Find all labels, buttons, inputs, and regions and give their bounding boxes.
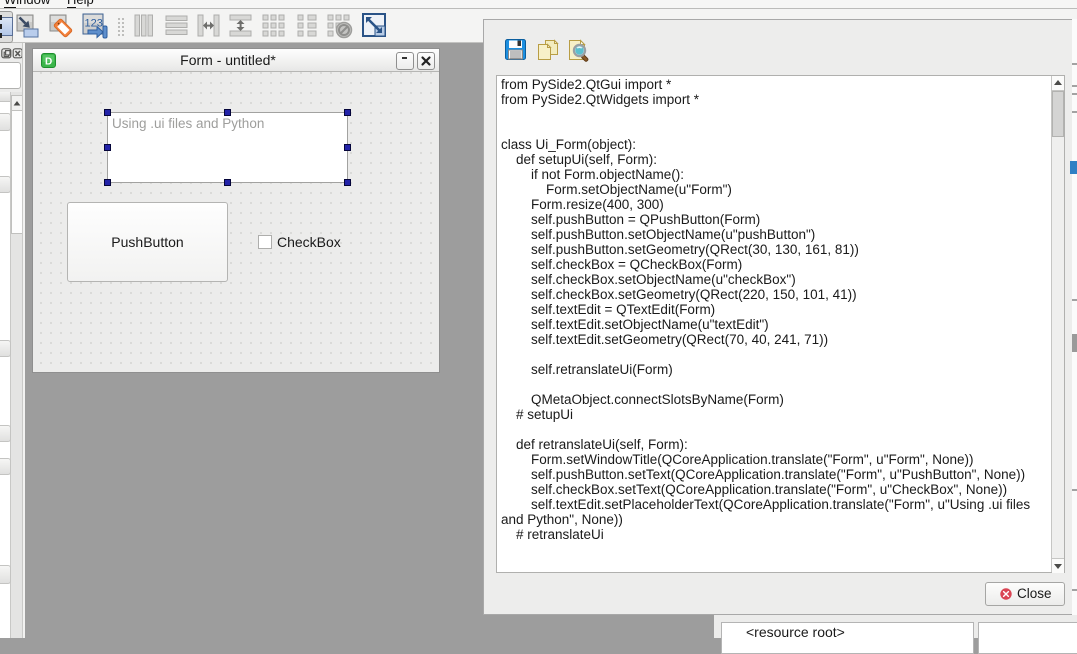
svg-text:123: 123 xyxy=(85,18,103,30)
